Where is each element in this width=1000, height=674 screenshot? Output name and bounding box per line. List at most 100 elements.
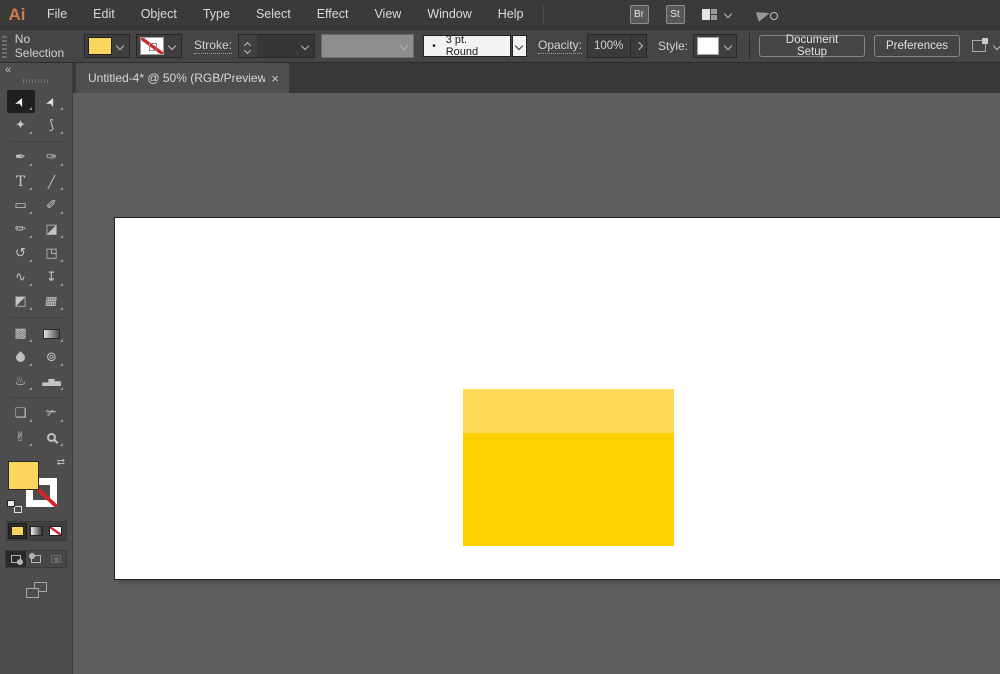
opacity-field[interactable]: 100% [588,40,630,52]
tool-panel: « ➤➤✦⟆✒✑T╱▭✐✏◪↺◳∿↧◩▦▩⊚♨▃▆▄❏✃✌ ⇄ [0,63,73,674]
default-fill-stroke-icon[interactable] [7,500,22,513]
selection-tool-icon: ➤ [13,94,28,108]
shape-builder-tool[interactable]: ◩ [7,290,35,313]
magic-wand-tool[interactable]: ✦ [7,114,35,137]
mesh-tool[interactable]: ▩ [7,322,35,345]
style-control[interactable] [693,34,737,58]
gpu-performance-icon[interactable] [757,8,779,22]
stroke-weight-field[interactable] [257,35,297,57]
fill-color-dropdown[interactable] [112,35,129,57]
fill-color-control[interactable] [84,34,130,58]
selection-tool[interactable]: ➤ [7,90,35,113]
width-tool[interactable]: ∿ [7,266,35,289]
style-dropdown[interactable] [719,35,736,57]
swap-fill-stroke-icon[interactable]: ⇄ [57,457,65,468]
stroke-color-dropdown[interactable] [164,35,181,57]
draw-normal-icon [11,555,21,563]
artwork-rect-bottom[interactable] [463,433,674,546]
variable-width-profile-dropdown[interactable] [512,35,527,57]
artboard-tool[interactable]: ❏ [7,402,35,425]
workspace-switcher-button[interactable] [702,9,731,21]
lasso-tool-icon: ⟆ [49,119,54,132]
stock-button[interactable]: St [666,5,685,24]
menu-type[interactable]: Type [190,0,243,29]
menu-select[interactable]: Select [243,0,304,29]
blend-tool-icon: ⊚ [46,351,57,364]
menu-window[interactable]: Window [414,0,484,29]
draw-normal-button[interactable] [6,551,26,567]
menu-view[interactable]: View [361,0,414,29]
gradient-tool[interactable] [38,322,66,345]
fill-color-swatch[interactable] [88,37,112,55]
pen-tool[interactable]: ✒ [7,146,35,169]
opacity-dropdown[interactable] [630,35,646,57]
type-tool[interactable]: T [7,170,35,193]
curvature-tool[interactable]: ✑ [38,146,66,169]
variable-width-profile-value: 3 pt. Round [446,34,500,58]
color-button[interactable] [9,524,26,538]
draw-inside-button [46,551,66,567]
column-graph-tool[interactable]: ▃▆▄ [38,370,66,393]
mesh-tool-icon: ▩ [14,327,26,340]
perspective-grid-tool[interactable]: ▦ [38,290,66,313]
arrange-panel-button[interactable] [972,40,1000,52]
artwork-rect-top[interactable] [463,389,674,433]
menu-file[interactable]: File [34,0,80,29]
document-tab-title: Untitled-4* @ 50% (RGB/Preview) [88,71,265,85]
control-bar-grip[interactable] [2,34,7,58]
blend-tool[interactable]: ⊚ [38,346,66,369]
stroke-color-control[interactable] [136,34,182,58]
chevron-down-icon [723,9,731,17]
zoom-tool[interactable] [38,426,66,449]
eyedropper-tool[interactable] [7,346,35,369]
variable-width-profile-button[interactable]: • 3 pt. Round [423,35,510,57]
stroke-weight-stepper[interactable] [239,35,257,57]
lasso-tool[interactable]: ⟆ [38,114,66,137]
menu-object[interactable]: Object [128,0,190,29]
stroke-label[interactable]: Stroke: [194,38,232,54]
artboard[interactable] [115,218,1000,579]
hand-tool[interactable]: ✌ [7,426,35,449]
tool-panel-grip[interactable] [23,79,49,83]
screen-mode-button[interactable] [26,582,47,598]
scale-tool[interactable]: ◳ [38,242,66,265]
symbol-sprayer-tool[interactable]: ♨ [7,370,35,393]
tool-panel-collapse-button[interactable]: « [0,63,72,76]
stroke-none-swatch[interactable] [140,37,164,55]
rotate-tool[interactable]: ↺ [7,242,35,265]
slice-tool[interactable]: ✃ [38,402,66,425]
opacity-label[interactable]: Opacity: [538,38,582,54]
direct-selection-tool[interactable]: ➤ [38,90,66,113]
menu-items: FileEditObjectTypeSelectEffectViewWindow… [34,0,537,29]
draw-behind-button[interactable] [26,551,46,567]
puppet-warp-tool[interactable]: ↧ [38,266,66,289]
bridge-button[interactable]: Br [630,5,649,24]
gradient-button[interactable] [28,524,45,538]
gradient-tool-icon [43,329,60,339]
shaper-tool[interactable]: ✏ [7,218,35,241]
puppet-warp-tool-icon: ↧ [46,271,57,284]
document-tab[interactable]: Untitled-4* @ 50% (RGB/Preview) × [76,63,289,93]
menu-effect[interactable]: Effect [304,0,362,29]
color-type-row [6,521,67,541]
none-button[interactable] [47,524,64,538]
menu-separator [543,6,544,24]
chevron-right-icon [634,42,642,50]
scale-tool-icon: ◳ [45,247,57,260]
menu-edit[interactable]: Edit [80,0,128,29]
canvas[interactable] [73,93,1000,674]
fill-color-swatch-large[interactable] [8,461,39,490]
menu-help[interactable]: Help [485,0,537,29]
stroke-weight-dropdown[interactable] [297,35,314,57]
style-swatch[interactable] [697,37,719,55]
close-icon[interactable]: × [271,71,279,86]
line-segment-tool[interactable]: ╱ [38,170,66,193]
rectangle-tool[interactable]: ▭ [7,194,35,217]
document-setup-button[interactable]: Document Setup [759,35,865,57]
preferences-button[interactable]: Preferences [874,35,960,57]
eraser-tool[interactable]: ◪ [38,218,66,241]
selection-status: No Selection [15,32,78,60]
paintbrush-tool[interactable]: ✐ [38,194,66,217]
chevron-down-icon [723,42,731,50]
chevron-down-icon [301,42,309,50]
